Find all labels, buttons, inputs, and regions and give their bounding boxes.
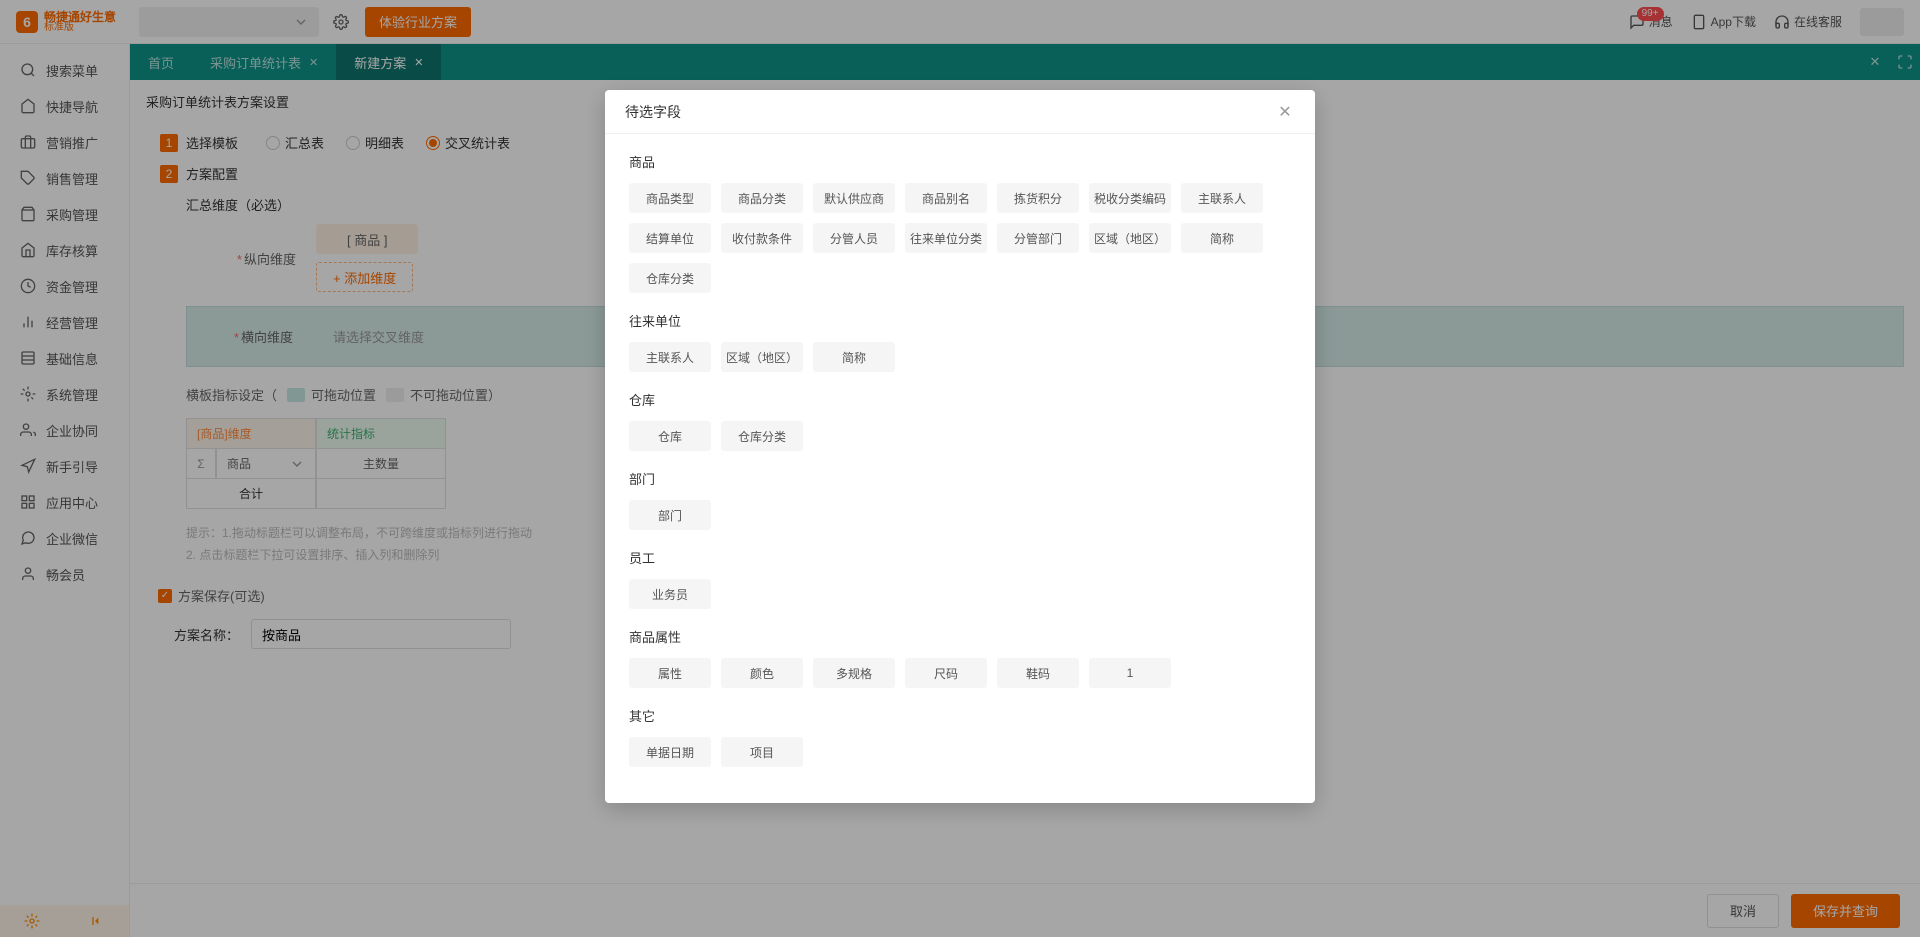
field-tag[interactable]: 尺码 (905, 658, 987, 688)
field-tag[interactable]: 商品类型 (629, 183, 711, 213)
field-tag[interactable]: 默认供应商 (813, 183, 895, 213)
field-group: 商品商品类型商品分类默认供应商商品别名拣货积分税收分类编码主联系人结算单位收付款… (629, 152, 1291, 293)
field-tag[interactable]: 税收分类编码 (1089, 183, 1171, 213)
field-tag[interactable]: 主联系人 (1181, 183, 1263, 213)
field-tag[interactable]: 拣货积分 (997, 183, 1079, 213)
field-group-title: 仓库 (629, 390, 1291, 409)
field-tag[interactable]: 部门 (629, 500, 711, 530)
field-group: 仓库仓库仓库分类 (629, 390, 1291, 451)
field-tag[interactable]: 商品别名 (905, 183, 987, 213)
field-group: 往来单位主联系人区域（地区） 简称 (629, 311, 1291, 372)
field-tag[interactable]: 仓库分类 (629, 263, 711, 293)
field-group-title: 往来单位 (629, 311, 1291, 330)
field-tag[interactable]: 单据日期 (629, 737, 711, 767)
field-tag[interactable]: 仓库分类 (721, 421, 803, 451)
field-tag[interactable]: 仓库 (629, 421, 711, 451)
field-tag[interactable]: 分管部门 (997, 223, 1079, 253)
field-group: 其它单据日期项目 (629, 706, 1291, 767)
field-selector-modal: 待选字段 ✕ 商品商品类型商品分类默认供应商商品别名拣货积分税收分类编码主联系人… (605, 90, 1315, 803)
field-tag[interactable]: 结算单位 (629, 223, 711, 253)
field-tag[interactable]: 颜色 (721, 658, 803, 688)
field-tag[interactable]: 项目 (721, 737, 803, 767)
field-tag[interactable]: 业务员 (629, 579, 711, 609)
field-group-title: 员工 (629, 548, 1291, 567)
field-tag[interactable]: 区域（地区） (1089, 223, 1171, 253)
field-tag[interactable]: 简称 (813, 342, 895, 372)
field-tag[interactable]: 简称 (1181, 223, 1263, 253)
field-tag[interactable]: 鞋码 (997, 658, 1079, 688)
field-tag[interactable]: 商品分类 (721, 183, 803, 213)
field-tag[interactable]: 区域（地区） (721, 342, 803, 372)
field-group-title: 商品属性 (629, 627, 1291, 646)
modal-overlay[interactable]: 待选字段 ✕ 商品商品类型商品分类默认供应商商品别名拣货积分税收分类编码主联系人… (0, 0, 1920, 937)
field-group-title: 商品 (629, 152, 1291, 171)
field-group: 部门部门 (629, 469, 1291, 530)
field-tag[interactable]: 主联系人 (629, 342, 711, 372)
field-group-title: 其它 (629, 706, 1291, 725)
modal-title: 待选字段 (625, 102, 681, 122)
field-tag[interactable]: 属性 (629, 658, 711, 688)
field-group: 员工业务员 (629, 548, 1291, 609)
field-tag[interactable]: 收付款条件 (721, 223, 803, 253)
field-group: 商品属性属性颜色多规格尺码鞋码 1 (629, 627, 1291, 688)
field-tag[interactable]: 多规格 (813, 658, 895, 688)
modal-close-button[interactable]: ✕ (1275, 102, 1295, 122)
field-tag[interactable]: 往来单位分类 (905, 223, 987, 253)
field-group-title: 部门 (629, 469, 1291, 488)
field-tag[interactable]: 1 (1089, 658, 1171, 688)
field-tag[interactable]: 分管人员 (813, 223, 895, 253)
